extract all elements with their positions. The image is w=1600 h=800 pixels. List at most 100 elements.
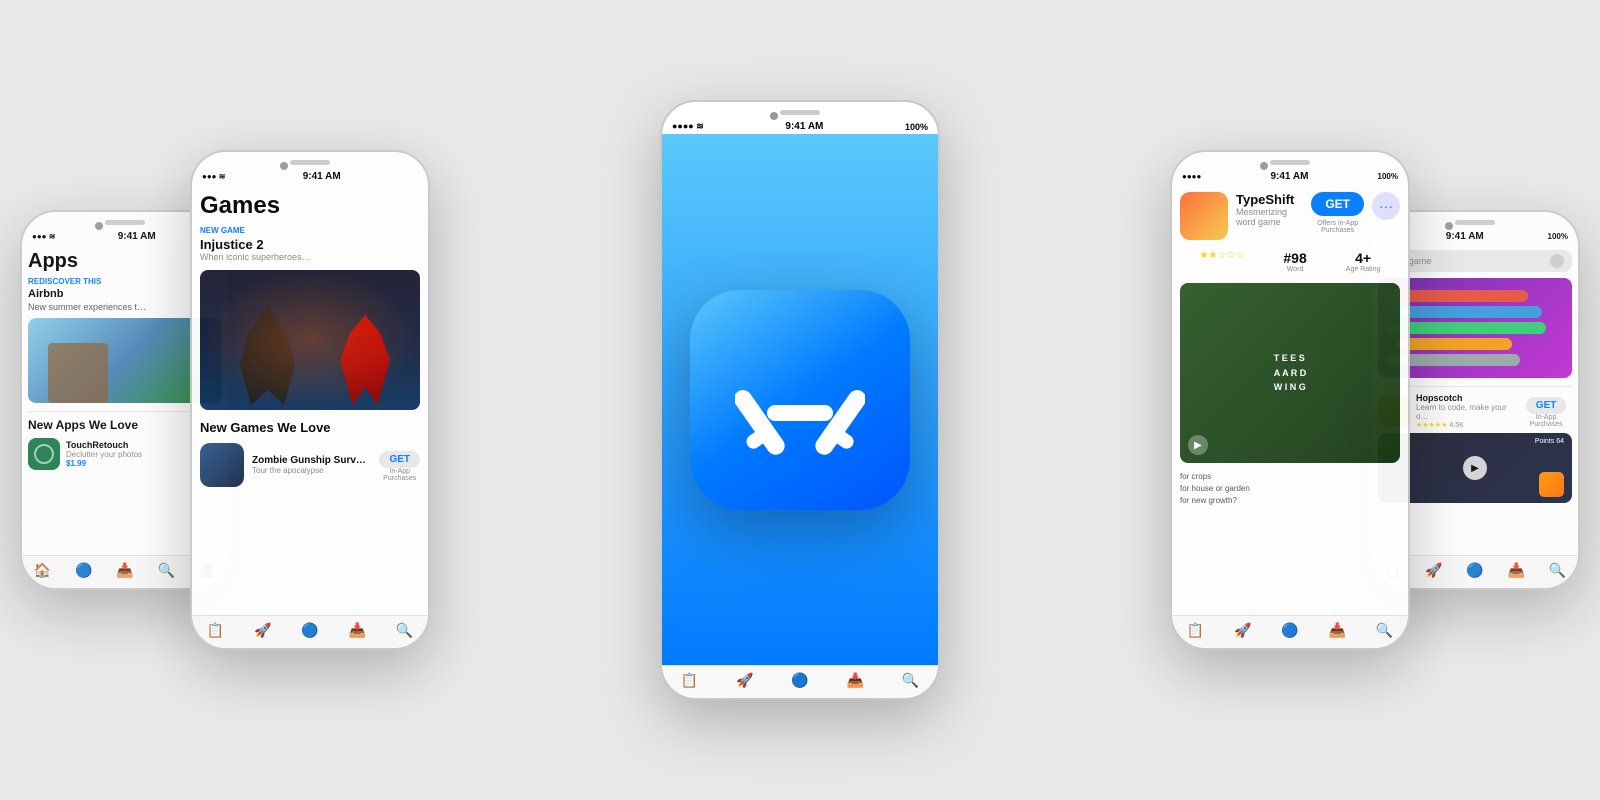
screen-4: TypeShift Mesmerizing word game GET Offe…: [1172, 184, 1408, 615]
nav-today-4[interactable]: 📋: [1186, 620, 1206, 640]
nav-search-c[interactable]: 🔍: [900, 670, 920, 690]
game-info-1: Zombie Gunship Surv… Tour the apocalypse: [252, 455, 371, 475]
nav-apps-4[interactable]: 🔵: [1280, 620, 1300, 640]
nav-games-5[interactable]: 🚀: [1424, 560, 1444, 580]
time-1: 9:41 AM: [118, 231, 156, 242]
screen-2: Games NEW GAME Injustice 2 When iconic s…: [192, 184, 428, 615]
status-bar-2: ●●● ≋ 9:41 AM: [192, 169, 428, 184]
clear-btn-5[interactable]: [1550, 254, 1564, 268]
hopscotch-count: 4.5K: [1449, 422, 1463, 429]
injustice-banner: [200, 270, 420, 410]
nav-icon-search[interactable]: 🔍: [156, 560, 176, 580]
battery-4: 100%: [1378, 172, 1398, 181]
nav-bar-center: 📋 🚀 🔵 📥 🔍: [662, 665, 938, 698]
battery-5: 100%: [1548, 232, 1568, 241]
age-label: Age Rating: [1346, 266, 1381, 273]
play-btn-5[interactable]: ▶: [1463, 456, 1487, 480]
get-btn-hopscotch[interactable]: GET: [1526, 397, 1567, 414]
play-btn-typeshift[interactable]: ▶: [1188, 435, 1208, 455]
list-item-1: for crops: [1180, 471, 1400, 483]
new-game-label: NEW GAME: [200, 226, 420, 235]
list-item-3: for new growth?: [1180, 495, 1400, 507]
list-item-2: for house or garden: [1180, 483, 1400, 495]
nav-apps-5[interactable]: 🔵: [1465, 560, 1485, 580]
rating-age: 4+ Age Rating: [1346, 250, 1381, 273]
nav-games-c[interactable]: 🚀: [735, 670, 755, 690]
nav-updates-c[interactable]: 📥: [845, 670, 865, 690]
speaker-2: [290, 160, 330, 165]
age-value: 4+: [1346, 250, 1381, 266]
nav-games-2[interactable]: 🚀: [253, 620, 273, 640]
word-row-2: A A R D: [1274, 366, 1307, 380]
icon-circle: [34, 444, 54, 464]
time-5: 9:41 AM: [1446, 231, 1484, 242]
typeshift-header: TypeShift Mesmerizing word game GET Offe…: [1180, 192, 1400, 240]
screen-center: [662, 134, 938, 665]
time-center: 9:41 AM: [785, 121, 823, 132]
hopscotch-desc: Learn to code, make your o…: [1416, 403, 1514, 421]
nav-today-c[interactable]: 📋: [680, 670, 700, 690]
nav-apps-c[interactable]: 🔵: [790, 670, 810, 690]
signal-2: ●●● ≋: [202, 172, 225, 181]
games-title: Games: [200, 192, 420, 220]
game-list-items: for crops for house or garden for new gr…: [1180, 471, 1400, 507]
nav-updates-2[interactable]: 📥: [347, 620, 367, 640]
nav-bar-2: 📋 🚀 🔵 📥 🔍: [192, 615, 428, 648]
nav-updates-5[interactable]: 📥: [1506, 560, 1526, 580]
battery-center: 100%: [905, 122, 928, 132]
rank-label: Word: [1283, 266, 1306, 273]
nav-search-2[interactable]: 🔍: [394, 620, 414, 640]
phone-4: ●●●● 9:41 AM 100% TypeShift Mesmerizing …: [1170, 150, 1410, 650]
nav-bar-4: 📋 🚀 🔵 📥 🔍: [1172, 615, 1408, 648]
in-app-label-1: In-AppPurchases: [379, 468, 420, 482]
typeshift-app-icon: [1180, 192, 1228, 240]
time-2: 9:41 AM: [303, 171, 341, 182]
nav-icon-apps[interactable]: 🔵: [74, 560, 94, 580]
hopscotch-info: Hopscotch Learn to code, make your o… ★★…: [1416, 393, 1514, 429]
in-app-hopscotch: In-App Purchases: [1520, 414, 1572, 428]
nav-updates-4[interactable]: 📥: [1327, 620, 1347, 640]
time-4: 9:41 AM: [1270, 171, 1308, 182]
hopscotch-stars: ★★★★★: [1416, 421, 1447, 429]
get-btn-zombie[interactable]: GET: [379, 451, 420, 468]
camera-dot-5: [1445, 222, 1453, 230]
nav-today-2[interactable]: 📋: [206, 620, 226, 640]
offers-label: Offers in-AppPurchases: [1317, 220, 1358, 234]
ratings-row: ★★☆☆☆ #98 Word 4+ Age Rating: [1180, 250, 1400, 273]
speaker-center: [780, 110, 820, 115]
speaker-1: [105, 220, 145, 225]
game1-desc: Tour the apocalypse: [252, 466, 371, 475]
nav-games-4[interactable]: 🚀: [1233, 620, 1253, 640]
camera-dot-center: [770, 112, 778, 120]
hopscotch-name: Hopscotch: [1416, 393, 1514, 403]
game1-name: Zombie Gunship Surv…: [252, 455, 371, 466]
status-bar-4: ●●●● 9:41 AM 100%: [1172, 169, 1408, 184]
stars-display: ★★☆☆☆: [1200, 250, 1245, 261]
signal-4: ●●●●: [1182, 172, 1201, 181]
phone-top-2: [192, 152, 428, 169]
signal-center: ●●●● ≋: [672, 121, 704, 132]
word-line-2: [1391, 306, 1542, 318]
video-icon-5: [1539, 472, 1564, 497]
nav-search-5[interactable]: 🔍: [1547, 560, 1567, 580]
new-games-love: New Games We Love: [200, 420, 420, 435]
phone-top-4: [1172, 152, 1408, 169]
injustice-sub: When iconic superheroes…: [200, 252, 420, 262]
nav-search-4[interactable]: 🔍: [1374, 620, 1394, 640]
word-row-1: T E E S: [1274, 351, 1307, 365]
phone-center: ●●●● ≋ 9:41 AM 100%: [660, 100, 940, 700]
signal-1: ●●● ≋: [32, 232, 55, 241]
appstore-icon: [690, 290, 910, 510]
rank-value: #98: [1283, 250, 1306, 266]
more-btn[interactable]: ···: [1372, 192, 1400, 220]
game-item-1: Zombie Gunship Surv… Tour the apocalypse…: [200, 443, 420, 487]
get-btn-typeshift[interactable]: GET: [1311, 192, 1364, 216]
camera-dot-1: [95, 222, 103, 230]
camera-dot-4: [1260, 162, 1268, 170]
nav-icon-updates[interactable]: 📥: [115, 560, 135, 580]
camera-dot-2: [280, 162, 288, 170]
speaker-4: [1270, 160, 1310, 165]
nav-icon-today[interactable]: 🏠: [33, 560, 53, 580]
points-label: Points 64: [1535, 438, 1564, 445]
nav-apps-2[interactable]: 🔵: [300, 620, 320, 640]
